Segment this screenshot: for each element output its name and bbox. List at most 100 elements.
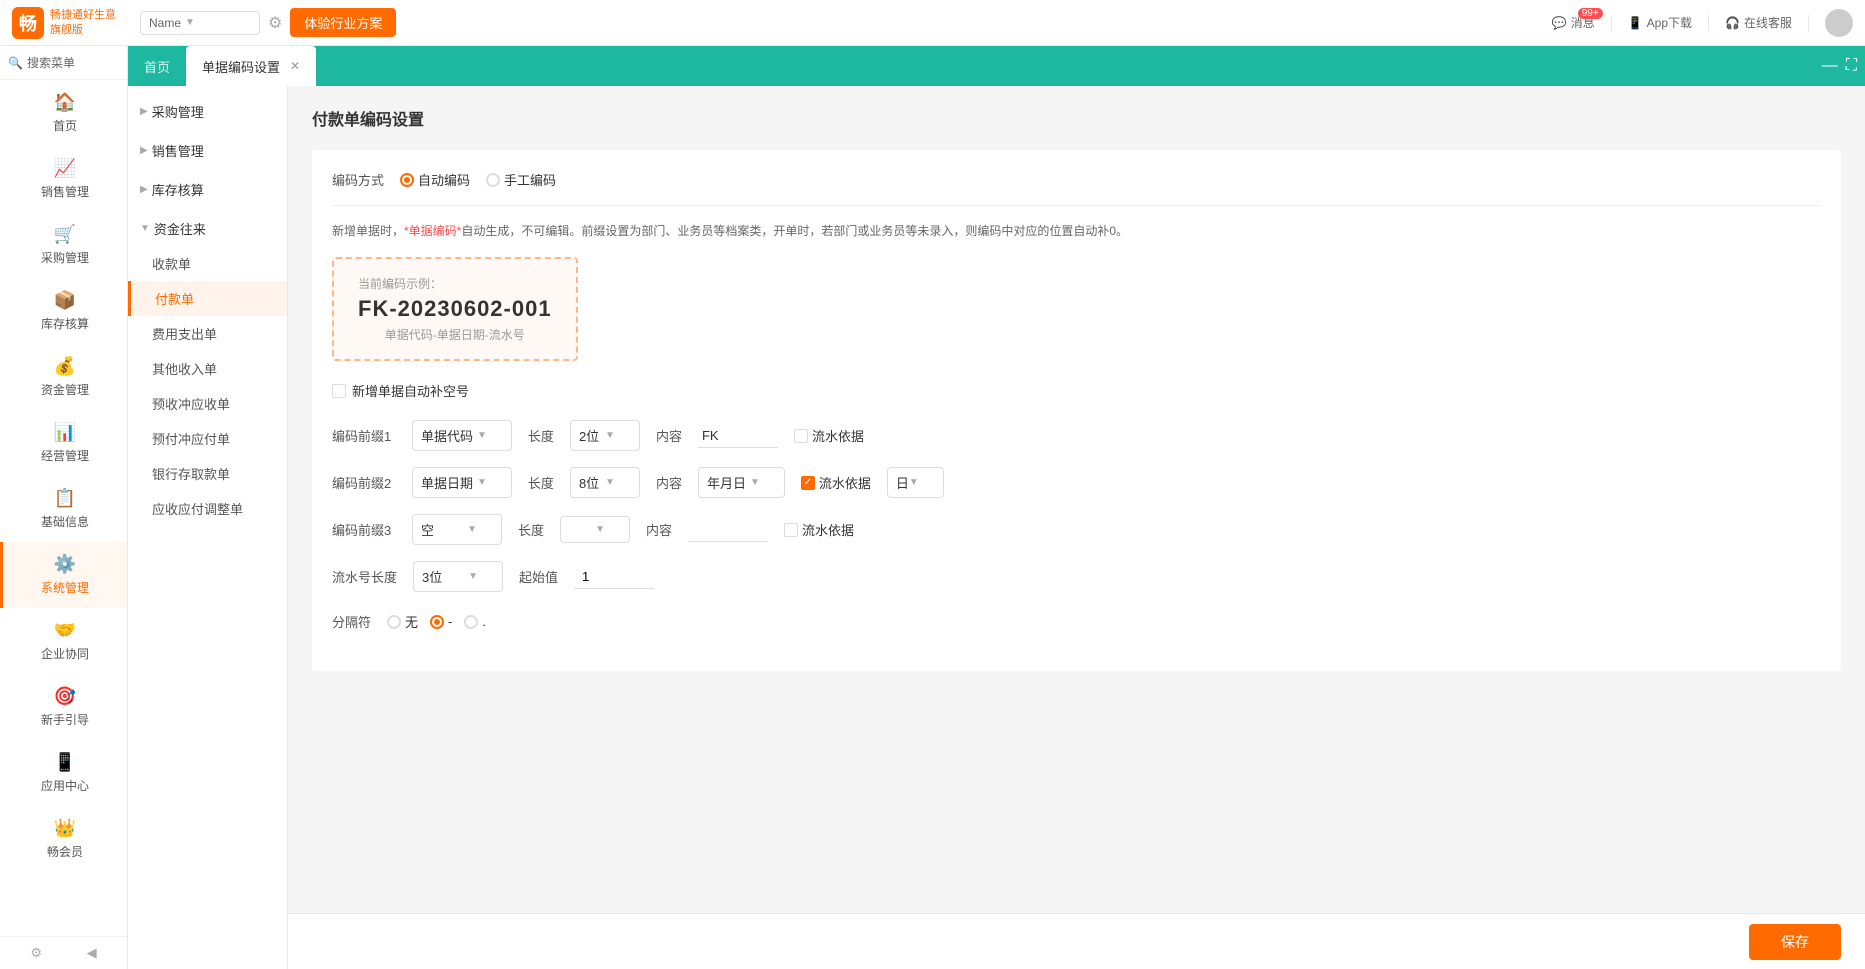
sep-dot-radio[interactable] [464, 615, 478, 629]
sub-menu-item-other-income[interactable]: 其他收入单 [128, 351, 287, 386]
auto-code-radio[interactable] [400, 173, 414, 187]
content1-input[interactable] [698, 424, 778, 448]
experience-btn[interactable]: 体验行业方案 [290, 8, 396, 37]
prefix1-select[interactable]: 单据代码 ▼ [412, 420, 512, 451]
sidebar-item-system[interactable]: ⚙️ 系统管理 [0, 542, 127, 608]
sidebar-item-finance[interactable]: 💰 资金管理 [0, 344, 127, 410]
length1-label: 长度 [528, 426, 554, 445]
sidebar-item-member[interactable]: 👑 畅会员 [0, 806, 127, 872]
serial1-checkbox[interactable] [794, 429, 808, 443]
sep-none-option[interactable]: 无 [387, 612, 418, 631]
tab-minimize-icon[interactable]: — [1822, 57, 1838, 75]
code-type-row: 编码方式 自动编码 手工编码 [332, 170, 1821, 206]
length2-arrow: ▼ [605, 477, 615, 488]
sidebar-search[interactable]: 🔍 搜索菜单 [0, 46, 127, 80]
content1-label: 内容 [656, 426, 682, 445]
sub-menu-group-sales: ▶ 销售管理 [128, 133, 287, 168]
prefix2-row: 编码前缀2 单据日期 ▼ 长度 8位 ▼ 内容 [332, 467, 1821, 498]
manual-code-radio[interactable] [486, 173, 500, 187]
bottom-settings-icon[interactable]: ⚙ [30, 945, 42, 961]
message-icon: 💬 [1552, 16, 1567, 30]
content2-select[interactable]: 年月日 ▼ [698, 467, 785, 498]
sep-dash-option[interactable]: - [430, 614, 452, 629]
sales-icon: 📈 [54, 158, 76, 179]
tab-home[interactable]: 首页 [128, 46, 186, 86]
sidebar-item-guide[interactable]: 🎯 新手引导 [0, 674, 127, 740]
tab-close-icon[interactable]: ✕ [290, 59, 300, 73]
sidebar-item-purchase[interactable]: 🛒 采购管理 [0, 212, 127, 278]
home-icon: 🏠 [54, 92, 76, 113]
start-value-input[interactable] [574, 565, 654, 589]
page-title: 付款单编码设置 [312, 106, 1841, 130]
sidebar: 🔍 搜索菜单 🏠 首页 📈 销售管理 🛒 采购管理 📦 库存核算 💰 资金管理 … [0, 46, 128, 969]
tab-code-settings[interactable]: 单据编码设置 ✕ [186, 46, 316, 86]
day2-arrow: ▼ [909, 477, 919, 488]
serial1-checkbox-group: 流水依据 [794, 426, 864, 445]
day2-select[interactable]: 日 ▼ [887, 467, 944, 498]
serial2-checkbox[interactable]: ✓ [801, 476, 815, 490]
divider3 [1808, 15, 1809, 31]
length1-select[interactable]: 2位 ▼ [570, 420, 640, 451]
length1-arrow: ▼ [605, 430, 615, 441]
company-selector[interactable]: Name ▼ [140, 11, 260, 35]
save-button[interactable]: 保存 [1749, 924, 1841, 960]
sidebar-item-sales[interactable]: 📈 销售管理 [0, 146, 127, 212]
settings-gear-icon[interactable]: ⚙ [268, 13, 282, 33]
top-header: 畅 畅捷通好生意 旗舰版 Name ▼ ⚙ 体验行业方案 💬 消息 99+ 📱 … [0, 0, 1865, 46]
info-text: 新增单据时，*单据编码*自动生成，不可编辑。前缀设置为部门、业务员等档案类，开单… [332, 222, 1821, 241]
tab-maximize-icon[interactable]: ⛶ [1846, 57, 1857, 75]
logo-icon: 畅 [12, 7, 44, 39]
sep-dot-option[interactable]: . [464, 614, 486, 629]
sub-menu-item-payment[interactable]: 付款单 [128, 281, 287, 316]
message-btn[interactable]: 💬 消息 99+ [1552, 14, 1595, 31]
serial-length-select[interactable]: 3位 ▼ [413, 561, 503, 592]
sidebar-item-inventory[interactable]: 📦 库存核算 [0, 278, 127, 344]
content3-input[interactable] [688, 518, 768, 542]
auto-fill-row: 新增单据自动补空号 [332, 381, 1821, 400]
logo-area: 畅 畅捷通好生意 旗舰版 [12, 7, 140, 39]
sub-menu-header-inventory[interactable]: ▶ 库存核算 [128, 172, 287, 207]
tab-bar: 首页 单据编码设置 ✕ — ⛶ [128, 46, 1865, 86]
auto-code-option[interactable]: 自动编码 [400, 170, 470, 189]
sep-dash-radio[interactable] [430, 615, 444, 629]
sub-menu-item-expense[interactable]: 费用支出单 [128, 316, 287, 351]
auto-fill-checkbox[interactable] [332, 384, 346, 398]
sidebar-item-basic[interactable]: 📋 基础信息 [0, 476, 127, 542]
sub-sidebar: ▶ 采购管理 ▶ 销售管理 ▶ 库存核算 [128, 86, 288, 969]
example-code: FK-20230602-001 [358, 296, 552, 322]
header-right: 💬 消息 99+ 📱 App下载 🎧 在线客服 [1552, 9, 1853, 37]
content2-arrow: ▼ [750, 477, 760, 488]
length2-select[interactable]: 8位 ▼ [570, 467, 640, 498]
sub-menu-header-purchase[interactable]: ▶ 采购管理 [128, 94, 287, 129]
sub-menu-item-bank-deposit[interactable]: 银行存取款单 [128, 456, 287, 491]
length3-label: 长度 [518, 520, 544, 539]
sub-menu-item-receipt[interactable]: 收款单 [128, 246, 287, 281]
bottom-collapse-icon[interactable]: ◀ [87, 945, 97, 961]
length3-select[interactable]: ▼ [560, 516, 630, 543]
prefix3-select[interactable]: 空 ▼ [412, 514, 502, 545]
manual-code-option[interactable]: 手工编码 [486, 170, 556, 189]
serial-length-arrow: ▼ [468, 571, 478, 582]
sub-menu-header-sales[interactable]: ▶ 销售管理 [128, 133, 287, 168]
app-download-btn[interactable]: 📱 App下载 [1628, 14, 1692, 31]
sidebar-item-home[interactable]: 🏠 首页 [0, 80, 127, 146]
sidebar-item-business[interactable]: 📊 经营管理 [0, 410, 127, 476]
serial3-checkbox[interactable] [784, 523, 798, 537]
sidebar-item-apps[interactable]: 📱 应用中心 [0, 740, 127, 806]
sub-menu-item-payable-adjust[interactable]: 应收应付调整单 [128, 491, 287, 526]
prefix3-arrow: ▼ [467, 524, 477, 535]
basic-icon: 📋 [54, 488, 76, 509]
avatar[interactable] [1825, 9, 1853, 37]
sep-none-radio[interactable] [387, 615, 401, 629]
start-value-label: 起始值 [519, 567, 558, 586]
sub-menu-header-capital[interactable]: ▼ 资金往来 [128, 211, 287, 246]
prefix2-select[interactable]: 单据日期 ▼ [412, 467, 512, 498]
sidebar-item-enterprise[interactable]: 🤝 企业协同 [0, 608, 127, 674]
chevron-right-icon3: ▶ [140, 184, 148, 195]
online-service-btn[interactable]: 🎧 在线客服 [1725, 14, 1792, 31]
sub-menu-item-pre-receivable[interactable]: 预收冲应收单 [128, 386, 287, 421]
chevron-right-icon: ▶ [140, 106, 148, 117]
sub-menu-item-pre-payable[interactable]: 预付冲应付单 [128, 421, 287, 456]
prefix3-label: 编码前缀3 [332, 520, 396, 539]
content2-label: 内容 [656, 473, 682, 492]
